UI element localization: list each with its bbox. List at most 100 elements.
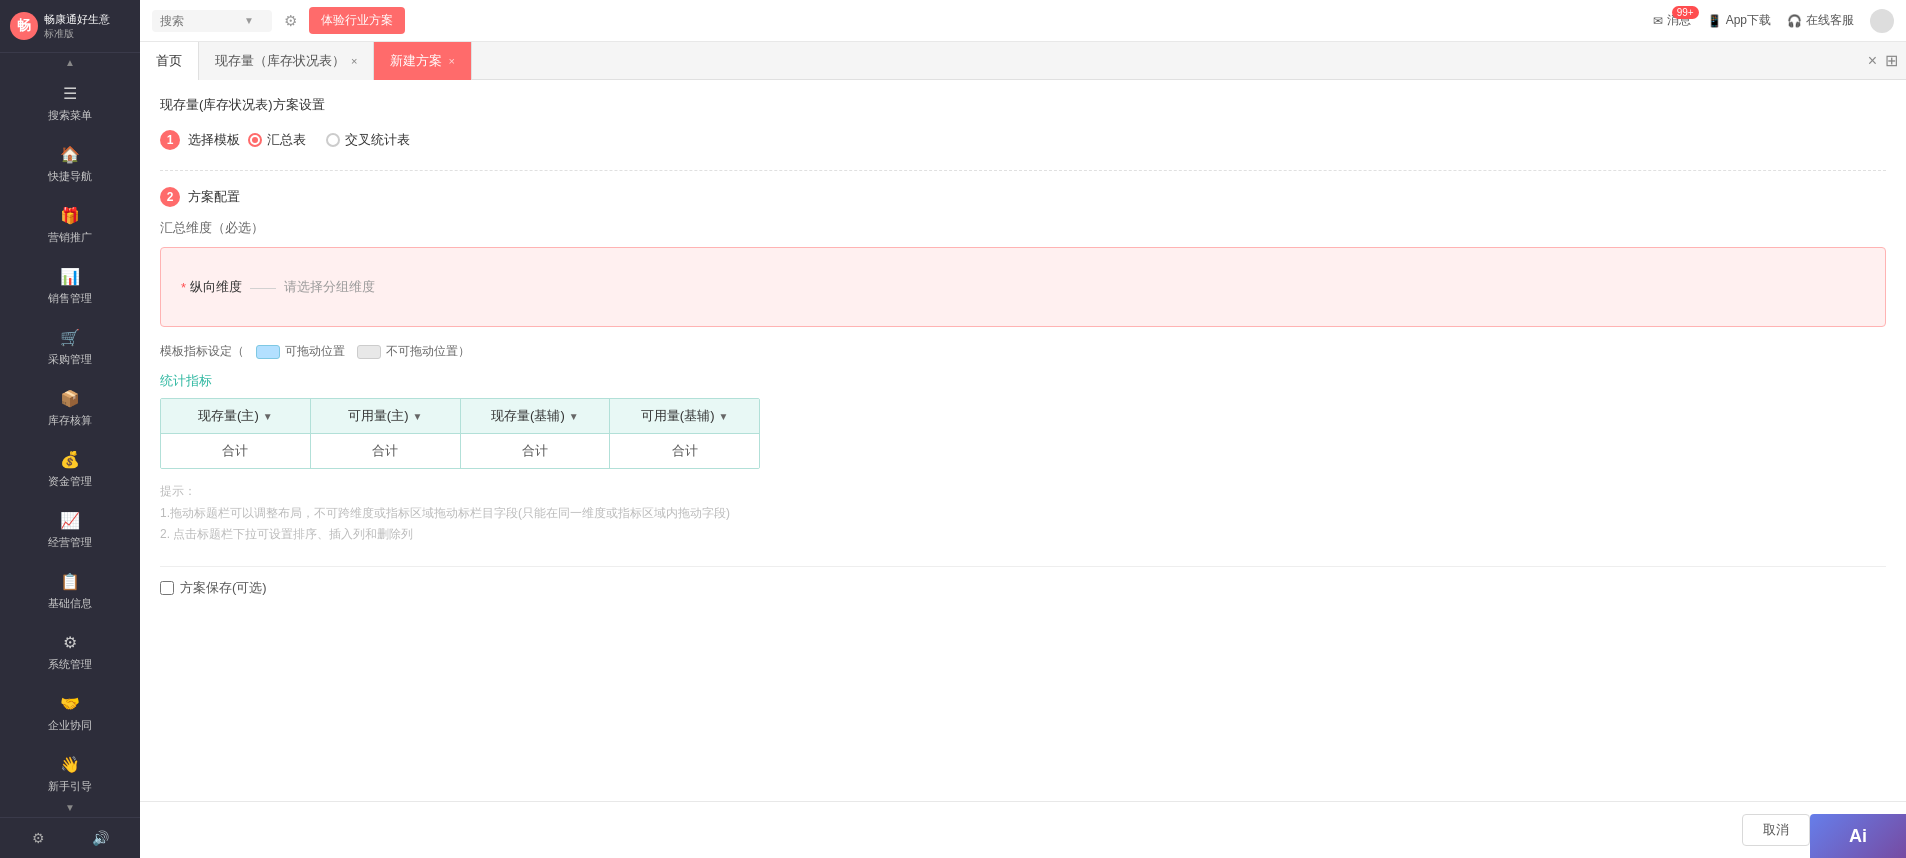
step1-number: 1 <box>160 130 180 150</box>
headset-icon: 🎧 <box>1787 14 1802 28</box>
user-avatar[interactable] <box>1870 9 1894 33</box>
tab-expand-btn[interactable]: ⊞ <box>1885 51 1898 70</box>
sidebar-item-finance[interactable]: 💰 资金管理 <box>0 438 140 499</box>
step1-title: 选择模板 <box>188 131 240 149</box>
search-menu-icon: ☰ <box>59 82 81 104</box>
dimension-section-label: 汇总维度（必选） <box>160 219 1886 237</box>
radio-summary[interactable]: 汇总表 <box>248 131 306 149</box>
page-title: 现存量(库存状况表)方案设置 <box>160 96 1886 114</box>
col-2-dropdown-icon[interactable]: ▼ <box>413 411 423 422</box>
tabs-right-icons: × ⊞ <box>1868 51 1906 70</box>
stats-section: 统计指标 现存量(主) ▼ 可用量(主) ▼ <box>160 372 1886 469</box>
template-radio-group: 汇总表 交叉统计表 <box>248 131 410 149</box>
stats-col-1-body: 合计 <box>161 434 311 468</box>
search-dropdown-icon[interactable]: ▼ <box>244 15 254 26</box>
search-input[interactable] <box>160 14 240 28</box>
guide-icon: 👋 <box>59 753 81 775</box>
tabs-bar: 首页 现存量（库存状况表） × 新建方案 × × ⊞ <box>140 42 1906 80</box>
sidebar-item-enterprise[interactable]: 🤝 企业协同 <box>0 682 140 743</box>
stats-col-1-header[interactable]: 现存量(主) ▼ <box>161 399 311 433</box>
topbar-right: ✉ 消息 99+ 📱 App下载 🎧 在线客服 <box>1653 9 1894 33</box>
footer-bar: 取消 查询 <box>140 801 1906 858</box>
sidebar-item-marketing[interactable]: 🎁 营销推广 <box>0 194 140 255</box>
home-icon: 🏠 <box>59 143 81 165</box>
sidebar-item-purchase[interactable]: 🛒 采购管理 <box>0 316 140 377</box>
app-download-btn[interactable]: 📱 App下载 <box>1707 12 1771 29</box>
dimension-placeholder: 请选择分组维度 <box>284 278 375 296</box>
stats-title: 统计指标 <box>160 372 1886 390</box>
save-checkbox-row: 方案保存(可选) <box>160 566 1886 597</box>
dimension-area[interactable]: * 纵向维度 —— 请选择分组维度 <box>160 247 1886 327</box>
stats-table: 现存量(主) ▼ 可用量(主) ▼ 现存量(基辅) ▼ <box>160 398 760 469</box>
message-btn[interactable]: ✉ 消息 99+ <box>1653 12 1691 29</box>
online-service-btn[interactable]: 🎧 在线客服 <box>1787 12 1854 29</box>
tab-new-plan[interactable]: 新建方案 × <box>374 42 471 80</box>
message-icon: ✉ <box>1653 14 1663 28</box>
stats-col-2-header[interactable]: 可用量(主) ▼ <box>311 399 461 433</box>
step2-title: 方案配置 <box>188 188 240 206</box>
sidebar-scroll-down[interactable]: ▼ <box>0 798 140 817</box>
dimension-required-mark: * <box>181 280 186 295</box>
step1-section: 1 选择模板 汇总表 交叉统计表 <box>160 130 1886 150</box>
enterprise-icon: 🤝 <box>59 692 81 714</box>
sidebar-footer: ⚙ 🔊 <box>0 817 140 858</box>
step2-section: 2 方案配置 汇总维度（必选） * 纵向维度 —— 请选择分组维度 模板指标设定… <box>160 187 1886 546</box>
mobile-icon: 📱 <box>1707 14 1722 28</box>
sidebar-item-search-menu[interactable]: ☰ 搜索菜单 <box>0 72 140 133</box>
stats-header-row: 现存量(主) ▼ 可用量(主) ▼ 现存量(基辅) ▼ <box>161 399 759 433</box>
indicator-intro-label: 模板指标设定（ <box>160 343 244 360</box>
radio-cross[interactable]: 交叉统计表 <box>326 131 410 149</box>
sidebar-scroll-up[interactable]: ▲ <box>0 53 140 72</box>
sidebar-item-inventory[interactable]: 📦 库存核算 <box>0 377 140 438</box>
sidebar-item-sales[interactable]: 📊 销售管理 <box>0 255 140 316</box>
stats-col-4-header[interactable]: 可用量(基辅) ▼ <box>610 399 759 433</box>
sidebar: 畅 畅康通好生意 标准版 ▲ ☰ 搜索菜单 🏠 快捷导航 🎁 营销推广 📊 销售… <box>0 0 140 858</box>
ops-icon: 📈 <box>59 509 81 531</box>
stats-col-3-header[interactable]: 现存量(基辅) ▼ <box>461 399 611 433</box>
movable-box <box>256 345 280 359</box>
step2-number: 2 <box>160 187 180 207</box>
tab-home[interactable]: 首页 <box>140 42 199 80</box>
sidebar-item-quick-nav[interactable]: 🏠 快捷导航 <box>0 133 140 194</box>
sidebar-item-base-info[interactable]: 📋 基础信息 <box>0 560 140 621</box>
topbar-gear-icon[interactable]: ⚙ <box>284 12 297 30</box>
app-name-text: 畅康通好生意 标准版 <box>44 12 110 39</box>
sidebar-settings-btn[interactable]: ⚙ <box>28 826 49 850</box>
sidebar-item-guide[interactable]: 👋 新手引导 <box>0 743 140 798</box>
col-4-dropdown-icon[interactable]: ▼ <box>719 411 729 422</box>
topbar: ▼ ⚙ 体验行业方案 ✉ 消息 99+ 📱 App下载 🎧 在线客服 <box>140 0 1906 42</box>
fixed-box <box>357 345 381 359</box>
topbar-search-box[interactable]: ▼ <box>152 10 272 32</box>
stats-body-row: 合计 合计 合计 合计 <box>161 433 759 468</box>
box-icon: 📦 <box>59 387 81 409</box>
system-icon: ⚙ <box>59 631 81 653</box>
radio-summary-circle <box>248 133 262 147</box>
sidebar-item-operations[interactable]: 📈 经营管理 <box>0 499 140 560</box>
dimension-dash: —— <box>250 280 276 295</box>
stats-col-4-body: 合计 <box>610 434 759 468</box>
col-3-dropdown-icon[interactable]: ▼ <box>569 411 579 422</box>
cancel-button[interactable]: 取消 <box>1742 814 1810 846</box>
save-checkbox[interactable] <box>160 581 174 595</box>
ai-button[interactable]: Ai <box>1810 814 1906 858</box>
tab-inventory-close-btn[interactable]: × <box>351 55 357 67</box>
template-indicator-row: 模板指标设定（ 可拖动位置 不可拖动位置） <box>160 343 1886 360</box>
stats-col-2-body: 合计 <box>311 434 461 468</box>
col-1-dropdown-icon[interactable]: ▼ <box>263 411 273 422</box>
money-icon: 💰 <box>59 448 81 470</box>
tip2-text: 2. 点击标题栏下拉可设置排序、插入列和删除列 <box>160 524 1886 546</box>
tab-new-plan-close-btn[interactable]: × <box>448 55 454 67</box>
sidebar-sound-btn[interactable]: 🔊 <box>88 826 113 850</box>
stats-col-3-body: 合计 <box>461 434 611 468</box>
dimension-name-label: 纵向维度 <box>190 278 242 296</box>
main-area: ▼ ⚙ 体验行业方案 ✉ 消息 99+ 📱 App下载 🎧 在线客服 首页 <box>140 0 1906 858</box>
cart-icon: 🛒 <box>59 326 81 348</box>
tips-title: 提示： <box>160 484 196 498</box>
sidebar-nav: ☰ 搜索菜单 🏠 快捷导航 🎁 营销推广 📊 销售管理 🛒 采购管理 📦 库存核… <box>0 72 140 798</box>
tab-restore-btn[interactable]: × <box>1868 52 1877 70</box>
step-divider <box>160 170 1886 171</box>
tab-inventory-status[interactable]: 现存量（库存状况表） × <box>199 42 374 80</box>
sidebar-item-system[interactable]: ⚙ 系统管理 <box>0 621 140 682</box>
trial-btn[interactable]: 体验行业方案 <box>309 7 405 34</box>
gift-icon: 🎁 <box>59 204 81 226</box>
